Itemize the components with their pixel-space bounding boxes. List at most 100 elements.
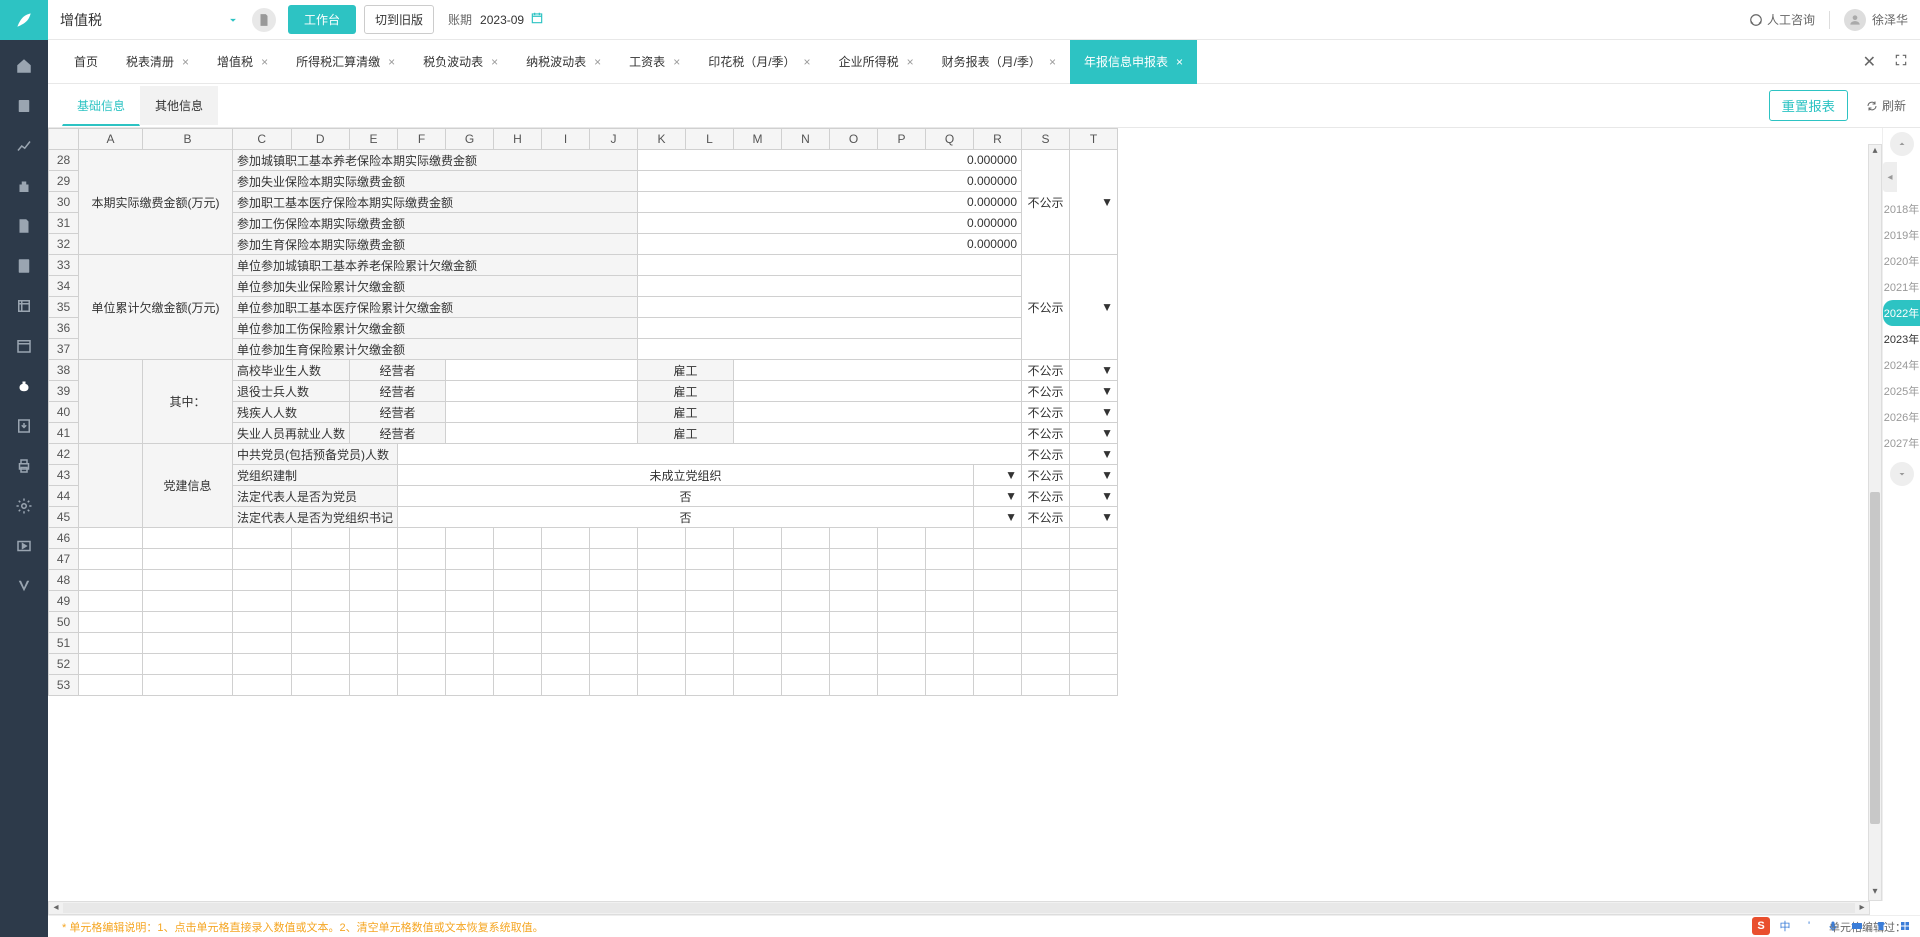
row-header-46[interactable]: 46 bbox=[49, 528, 79, 549]
ime-lang-icon[interactable]: 中 bbox=[1776, 917, 1794, 935]
nav-home[interactable] bbox=[6, 48, 42, 84]
nav-report[interactable] bbox=[6, 88, 42, 124]
tab-3[interactable]: 所得税汇算清缴× bbox=[282, 40, 409, 84]
row-header-40[interactable]: 40 bbox=[49, 402, 79, 423]
col-header-F[interactable]: F bbox=[398, 129, 446, 150]
row-header-49[interactable]: 49 bbox=[49, 591, 79, 612]
row-header-43[interactable]: 43 bbox=[49, 465, 79, 486]
row-header-48[interactable]: 48 bbox=[49, 570, 79, 591]
col-header-B[interactable]: B bbox=[143, 129, 233, 150]
ime-tool-icon[interactable] bbox=[1896, 917, 1914, 935]
row-header-45[interactable]: 45 bbox=[49, 507, 79, 528]
row-header-29[interactable]: 29 bbox=[49, 171, 79, 192]
tab-0[interactable]: 首页 bbox=[60, 40, 112, 84]
nav-print[interactable] bbox=[6, 448, 42, 484]
row-header-34[interactable]: 34 bbox=[49, 276, 79, 297]
year-2018年[interactable]: 2018年 bbox=[1883, 196, 1920, 222]
tab-close-icon[interactable]: × bbox=[388, 55, 395, 69]
scroll-down-icon[interactable]: ▾ bbox=[1869, 886, 1881, 900]
year-2024年[interactable]: 2024年 bbox=[1883, 352, 1920, 378]
row-header-31[interactable]: 31 bbox=[49, 213, 79, 234]
tab-1[interactable]: 税表清册× bbox=[112, 40, 203, 84]
tab-close-icon[interactable]: × bbox=[673, 55, 680, 69]
tab-close-icon[interactable]: × bbox=[491, 55, 498, 69]
refresh-button[interactable]: 刷新 bbox=[1866, 97, 1906, 114]
period-value[interactable]: 2023-09 bbox=[480, 13, 524, 27]
row-header-35[interactable]: 35 bbox=[49, 297, 79, 318]
col-header-G[interactable]: G bbox=[446, 129, 494, 150]
nav-settings[interactable] bbox=[6, 488, 42, 524]
nav-calc[interactable] bbox=[6, 248, 42, 284]
scroll-left-icon[interactable]: ◂ bbox=[49, 902, 63, 914]
year-2022年[interactable]: 2022年 bbox=[1883, 300, 1920, 326]
tab-close-icon[interactable]: × bbox=[594, 55, 601, 69]
col-header-M[interactable]: M bbox=[734, 129, 782, 150]
nav-template[interactable] bbox=[6, 288, 42, 324]
tab-5[interactable]: 纳税波动表× bbox=[512, 40, 615, 84]
year-2026年[interactable]: 2026年 bbox=[1883, 404, 1920, 430]
row-header-47[interactable]: 47 bbox=[49, 549, 79, 570]
row-header-38[interactable]: 38 bbox=[49, 360, 79, 381]
subtab-basic[interactable]: 基础信息 bbox=[62, 86, 140, 126]
col-header-K[interactable]: K bbox=[638, 129, 686, 150]
scroll-thumb[interactable] bbox=[1870, 492, 1880, 824]
col-header-R[interactable]: R bbox=[974, 129, 1022, 150]
tab-close-icon[interactable]: × bbox=[804, 55, 811, 69]
year-2025年[interactable]: 2025年 bbox=[1883, 378, 1920, 404]
reset-button[interactable]: 重置报表 bbox=[1769, 90, 1848, 121]
ime-sogou-icon[interactable]: S bbox=[1752, 917, 1770, 935]
doc-icon[interactable] bbox=[252, 8, 276, 32]
vertical-scrollbar[interactable]: ▴ ▾ bbox=[1868, 144, 1882, 901]
ime-skin-icon[interactable] bbox=[1872, 917, 1890, 935]
col-header-T[interactable]: T bbox=[1070, 129, 1118, 150]
horizontal-scrollbar[interactable]: ◂ ▸ bbox=[48, 901, 1870, 915]
nav-v[interactable] bbox=[6, 568, 42, 604]
row-header-36[interactable]: 36 bbox=[49, 318, 79, 339]
col-header-J[interactable]: J bbox=[590, 129, 638, 150]
nav-tax[interactable] bbox=[6, 368, 42, 404]
scroll-up-icon[interactable]: ▴ bbox=[1869, 145, 1881, 159]
ime-punct-icon[interactable]: ' bbox=[1800, 917, 1818, 935]
user-menu[interactable]: 徐泽华 bbox=[1844, 9, 1908, 31]
nav-doc[interactable] bbox=[6, 208, 42, 244]
calendar-icon[interactable] bbox=[530, 11, 544, 28]
year-2020年[interactable]: 2020年 bbox=[1883, 248, 1920, 274]
nav-video[interactable] bbox=[6, 528, 42, 564]
nav-export[interactable] bbox=[6, 408, 42, 444]
row-header-39[interactable]: 39 bbox=[49, 381, 79, 402]
col-header-D[interactable]: D bbox=[291, 129, 350, 150]
col-header-H[interactable]: H bbox=[494, 129, 542, 150]
scroll-right-icon[interactable]: ▸ bbox=[1855, 902, 1869, 914]
year-collapse[interactable]: ◂ bbox=[1883, 162, 1897, 192]
tab-close-icon[interactable]: × bbox=[261, 55, 268, 69]
nav-chart[interactable] bbox=[6, 128, 42, 164]
row-header-30[interactable]: 30 bbox=[49, 192, 79, 213]
year-2019年[interactable]: 2019年 bbox=[1883, 222, 1920, 248]
tab-6[interactable]: 工资表× bbox=[615, 40, 694, 84]
col-header-E[interactable]: E bbox=[350, 129, 398, 150]
spreadsheet[interactable]: ABCDEFGHIJKLMNOPQRST28本期实际缴费金额(万元)参加城镇职工… bbox=[48, 128, 1118, 696]
col-header-C[interactable]: C bbox=[233, 129, 292, 150]
module-selector[interactable]: 增值税 bbox=[60, 10, 240, 30]
col-header-S[interactable]: S bbox=[1022, 129, 1070, 150]
row-header-42[interactable]: 42 bbox=[49, 444, 79, 465]
ime-keyboard-icon[interactable] bbox=[1848, 917, 1866, 935]
year-2023年[interactable]: 2023年 bbox=[1883, 326, 1920, 352]
tab-2[interactable]: 增值税× bbox=[203, 40, 282, 84]
row-header-41[interactable]: 41 bbox=[49, 423, 79, 444]
col-header-A[interactable]: A bbox=[79, 129, 143, 150]
tab-close-icon[interactable]: × bbox=[1049, 55, 1056, 69]
row-header-53[interactable]: 53 bbox=[49, 675, 79, 696]
nav-date[interactable] bbox=[6, 328, 42, 364]
year-2021年[interactable]: 2021年 bbox=[1883, 274, 1920, 300]
tab-close-all[interactable]: ✕ bbox=[1863, 52, 1876, 72]
tab-9[interactable]: 财务报表（月/季）× bbox=[928, 40, 1070, 84]
year-scroll-down[interactable] bbox=[1890, 462, 1914, 486]
col-header-I[interactable]: I bbox=[542, 129, 590, 150]
tab-close-icon[interactable]: × bbox=[907, 55, 914, 69]
row-header-37[interactable]: 37 bbox=[49, 339, 79, 360]
tab-10[interactable]: 年报信息申报表× bbox=[1070, 40, 1197, 84]
col-header-O[interactable]: O bbox=[830, 129, 878, 150]
tab-7[interactable]: 印花税（月/季）× bbox=[694, 40, 824, 84]
tab-fullscreen[interactable] bbox=[1894, 53, 1908, 70]
